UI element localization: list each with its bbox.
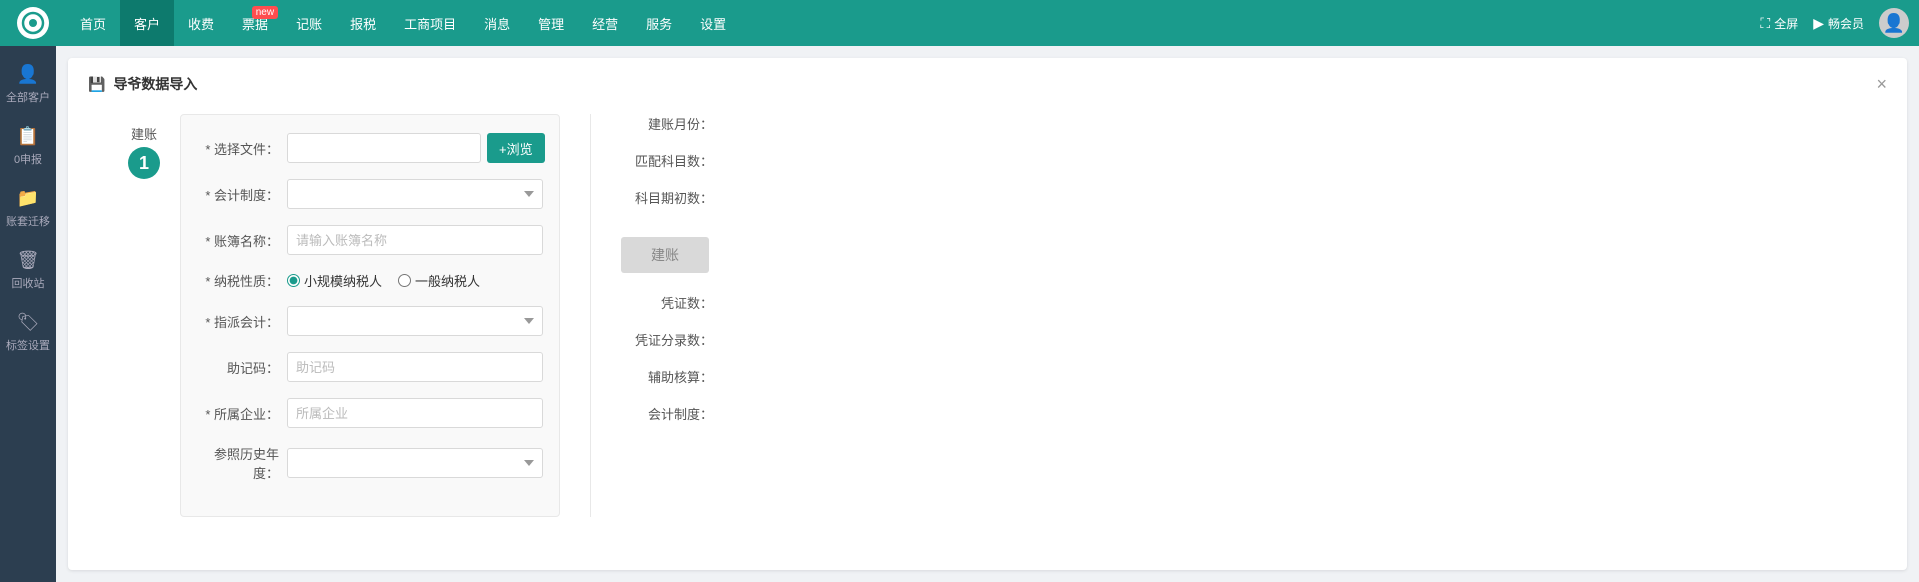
company-input[interactable] [287,398,543,428]
sidebar-item-zero-report[interactable]: 📋 0申报 [0,118,56,175]
month-row: 建账月份： [621,114,901,133]
fullscreen-button[interactable]: ⛶ 全屏 [1760,15,1798,32]
fullscreen-icon: ⛶ [1760,15,1770,32]
nav-item-business[interactable]: 工商项目 [390,0,470,46]
company-row: * 所属企业： [197,398,543,428]
ledger-input[interactable] [287,225,543,255]
history-row: 参照历史年度： [197,444,543,482]
nav-item-manage[interactable]: 管理 [524,0,578,46]
sidebar-item-label: 全部客户 [6,89,50,105]
close-button[interactable]: × [1876,74,1887,95]
accountant-label: * 指派会计： [197,312,287,331]
right-info: 建账月份： 匹配科目数： 科目期初数： 建账 [621,114,901,441]
sidebar-item-label: 账套迁移 [6,213,50,229]
tax-general-radio[interactable] [398,274,411,287]
file-row: * 选择文件： +浏览 [197,133,543,163]
import-icon: 💾 [88,76,105,93]
nav-items: 首页 客户 收费 票据 new 记账 报税 工商项目 消息 管理 经营 服务 设… [66,0,1760,46]
mnemonic-input[interactable] [287,352,543,382]
sidebar-item-tags[interactable]: 🏷 标签设置 [0,304,56,361]
period-row: 科目期初数： [621,188,901,207]
migrate-icon: 📁 [17,188,39,209]
sidebar-item-recycle[interactable]: 🗑 回收站 [0,242,56,299]
voucher-count-row: 凭证分录数： [621,330,901,349]
history-label: 参照历史年度： [197,444,287,482]
sidebar-item-label: 回收站 [12,275,45,291]
aux-label: 辅助核算： [621,367,721,386]
file-input[interactable] [287,133,481,163]
right-accounting-label: 会计制度： [621,404,721,423]
nav-item-charge[interactable]: 收费 [174,0,228,46]
panel-header: 💾 导爷数据导入 [88,74,1887,94]
accounting-row: * 会计制度： [197,179,543,209]
main-content: 💾 导爷数据导入 × 建账 1 * 选择文件： [56,46,1919,582]
sidebar-item-label: 标签设置 [6,337,50,353]
sidebar-item-migrate[interactable]: 📁 账套迁移 [0,180,56,237]
zero-report-icon: 📋 [17,126,39,147]
nav-right: ⛶ 全屏 ▶ 畅会员 👤 [1760,8,1909,38]
voucher-row: 凭证数： [621,293,901,312]
voucher-label: 凭证数： [621,293,721,312]
sidebar: 👤 全部客户 📋 0申报 📁 账套迁移 🗑 回收站 🏷 标签设置 [0,46,56,582]
form-left: * 选择文件： +浏览 * 会计制度： [180,114,560,517]
panel: 💾 导爷数据导入 × 建账 1 * 选择文件： [68,58,1907,570]
tax-row: * 纳税性质： 小规模纳税人 一般纳税人 [197,271,543,290]
step-number: 1 [128,147,160,179]
tax-small-radio[interactable] [287,274,300,287]
nav-item-settings[interactable]: 设置 [686,0,740,46]
company-label: * 所属企业： [197,404,287,423]
tax-general-text: 一般纳税人 [415,271,480,290]
accountant-select[interactable] [287,306,543,336]
nav-item-tax[interactable]: 报税 [336,0,390,46]
month-label: 建账月份： [621,114,721,133]
new-badge: new [252,6,278,19]
period-label: 科目期初数： [621,188,721,207]
file-input-group: +浏览 [287,133,545,163]
sidebar-item-all-customers[interactable]: 👤 全部客户 [0,56,56,113]
accounting-label: * 会计制度： [197,185,287,204]
mnemonic-label: 助记码： [197,358,287,377]
nav-item-operation[interactable]: 经营 [578,0,632,46]
build-account-button[interactable]: 建账 [621,237,709,273]
step-label: 建账 [131,124,157,143]
accountant-row: * 指派会计： [197,306,543,336]
right-accounting-row: 会计制度： [621,404,901,423]
tags-icon: 🏷 [17,312,40,333]
voucher-count-label: 凭证分录数： [621,330,721,349]
divider [590,114,591,517]
nav-item-invoice[interactable]: 票据 new [228,0,282,46]
nav-item-message[interactable]: 消息 [470,0,524,46]
tax-radio-group: 小规模纳税人 一般纳税人 [287,271,480,290]
ledger-label: * 账簿名称： [197,231,287,250]
top-nav: 首页 客户 收费 票据 new 记账 报税 工商项目 消息 管理 经营 服务 设… [0,0,1919,46]
vip-icon: ▶ [1813,15,1824,32]
nav-item-customer[interactable]: 客户 [120,0,174,46]
nav-item-home[interactable]: 首页 [66,0,120,46]
nav-item-bookkeeping[interactable]: 记账 [282,0,336,46]
file-label: * 选择文件： [197,139,287,158]
vip-button[interactable]: ▶ 畅会员 [1813,15,1864,32]
panel-title: 导爷数据导入 [113,74,197,94]
logo[interactable] [10,0,56,46]
tax-general-label[interactable]: 一般纳税人 [398,271,480,290]
match-label: 匹配科目数： [621,151,721,170]
tax-small-text: 小规模纳税人 [304,271,382,290]
history-select[interactable] [287,448,543,478]
build-btn-wrapper: 建账 [621,227,901,273]
aux-row: 辅助核算： [621,367,901,386]
tax-small-label[interactable]: 小规模纳税人 [287,271,382,290]
nav-item-service[interactable]: 服务 [632,0,686,46]
all-customers-icon: 👤 [17,64,39,85]
tax-label: * 纳税性质： [197,271,287,290]
recycle-icon: 🗑 [17,250,40,271]
browse-button[interactable]: +浏览 [487,133,545,163]
avatar[interactable]: 👤 [1879,8,1909,38]
sidebar-item-label: 0申报 [14,151,42,167]
mnemonic-row: 助记码： [197,352,543,382]
match-row: 匹配科目数： [621,151,901,170]
accounting-select[interactable] [287,179,543,209]
ledger-row: * 账簿名称： [197,225,543,255]
